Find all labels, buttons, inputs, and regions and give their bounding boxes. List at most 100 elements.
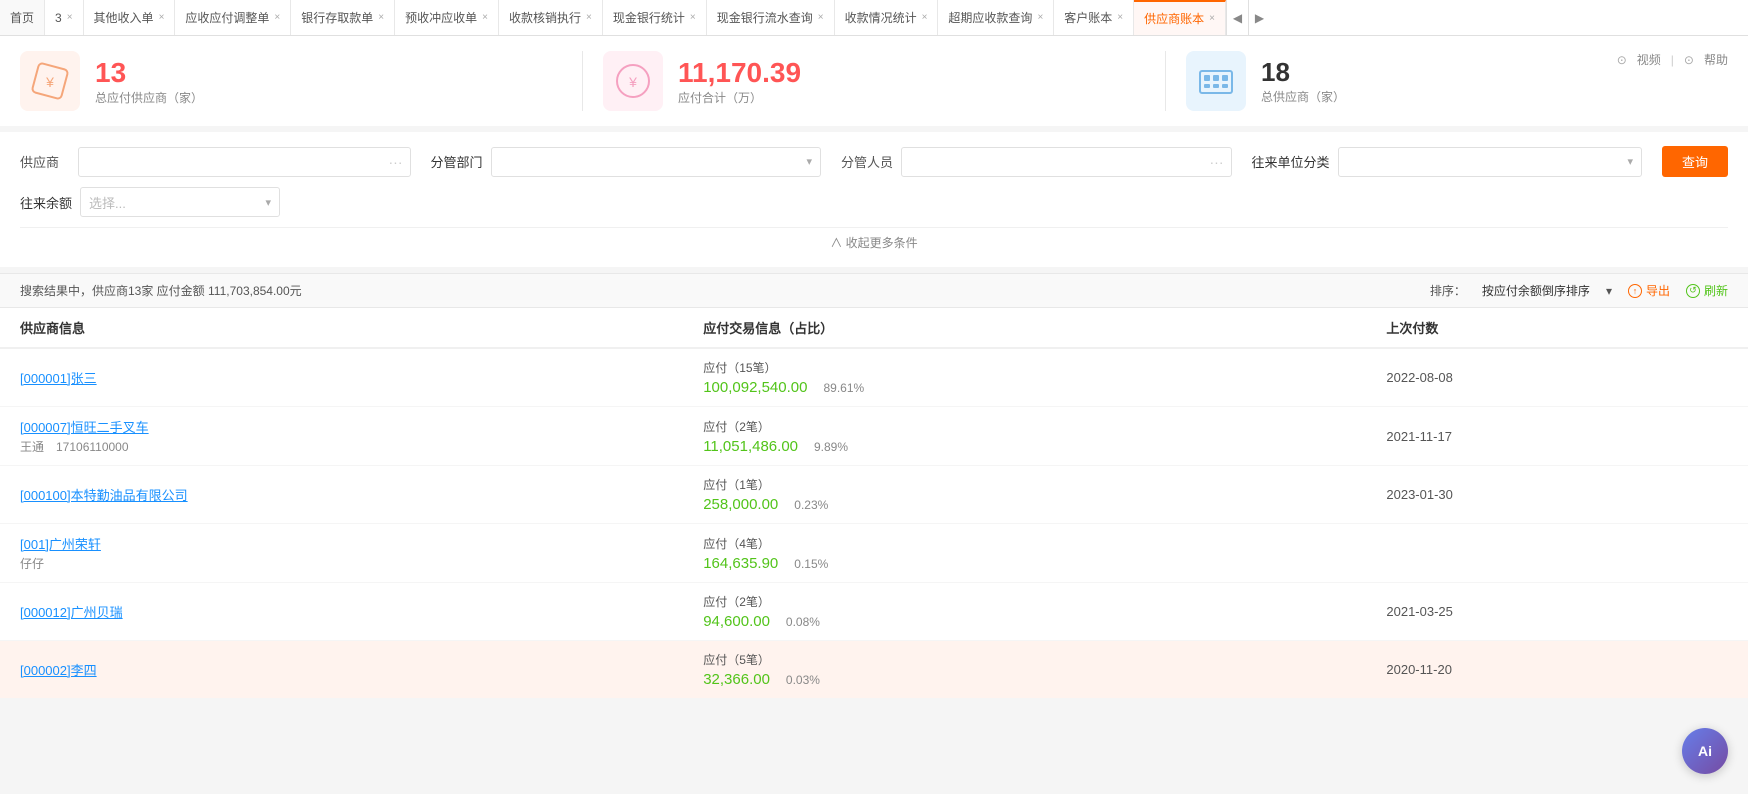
supplier-info-cell: [000002]李四: [20, 660, 703, 679]
nav-tab-adjust[interactable]: 应收应付调整单 ×: [175, 0, 291, 36]
search-row-1: 供应商 ··· 分管部门 ▾ 分管人员 ··· 往来单位分类: [20, 146, 1728, 177]
video-link[interactable]: 视频: [1637, 51, 1661, 68]
total-suppliers-number: 18: [1261, 57, 1345, 88]
close-tab-overdue-icon[interactable]: ×: [1037, 12, 1043, 23]
table-header: 供应商信息 应付交易信息（占比） 上次付数: [0, 308, 1748, 349]
total-suppliers-text: 18 总供应商（家）: [1261, 57, 1345, 105]
supplier-link-000012[interactable]: [000012]广州贝瑞: [20, 605, 123, 620]
pay-amount-001[interactable]: 164,635.90: [703, 555, 778, 572]
category-chevron-down-icon: ▾: [1627, 155, 1633, 168]
pay-label-000002: 应付（5笔）: [703, 651, 1386, 668]
person-input[interactable]: [901, 147, 1231, 177]
query-button[interactable]: 查询: [1662, 146, 1728, 177]
header-stats-area: ¥ 13 总应付供应商（家） ¥ 11,170.39 应付合计（万）: [0, 36, 1748, 126]
nav-tab-bank-deposit[interactable]: 银行存取款单 ×: [291, 0, 395, 36]
close-tab-cash-flow-icon[interactable]: ×: [818, 12, 824, 23]
svg-text:¥: ¥: [628, 74, 637, 90]
sort-value[interactable]: 按应付余额倒序排序: [1482, 282, 1590, 299]
nav-prev-button[interactable]: ◀: [1226, 0, 1248, 36]
close-tab-cash-stat-icon[interactable]: ×: [690, 12, 696, 23]
pay-info-cell: 应付（1笔） 258,000.00 0.23%: [703, 476, 1386, 513]
balance-label: 往来余额: [20, 193, 72, 212]
dept-label: 分管部门: [431, 152, 483, 171]
pay-percent-000100: 0.23%: [794, 498, 828, 512]
table-row: [000012]广州贝瑞 应付（2笔） 94,600.00 0.08% 2021…: [0, 583, 1748, 641]
pay-percent-001: 0.15%: [794, 557, 828, 571]
balance-placeholder: 选择...: [89, 193, 126, 212]
pay-amount-000001[interactable]: 100,092,540.00: [703, 379, 807, 396]
result-actions-area: 排序： 按应付余额倒序排序 ▾ ↑ 导出 ↺ 刷新: [1430, 282, 1728, 299]
top-navigation: 首页 3 × 其他收入单 × 应收应付调整单 × 银行存取款单 × 预收冲应收单…: [0, 0, 1748, 36]
close-tab-prepay-icon[interactable]: ×: [482, 12, 488, 23]
supplier-link-001[interactable]: [001]广州荣轩: [20, 537, 101, 552]
balance-select[interactable]: 选择... ▾: [80, 187, 280, 217]
supplier-link-000007[interactable]: [000007]恒旺二手叉车: [20, 420, 149, 435]
export-button[interactable]: ↑ 导出: [1628, 282, 1670, 299]
help-link[interactable]: 帮助: [1704, 51, 1728, 68]
nav-tab-write-off[interactable]: 收款核销执行 ×: [499, 0, 603, 36]
supplier-input[interactable]: [78, 147, 411, 177]
close-tab-other-income-icon[interactable]: ×: [159, 12, 165, 23]
pay-info-cell: 应付（2笔） 94,600.00 0.08%: [703, 593, 1386, 630]
stat-divider-1: [582, 51, 583, 111]
nav-tab-customer-ledger[interactable]: 客户账本 ×: [1054, 0, 1134, 36]
pay-label-000001: 应付（15笔）: [703, 359, 1386, 376]
balance-chevron-down-icon: ▾: [265, 196, 271, 209]
close-tab-3-icon[interactable]: ×: [67, 12, 73, 23]
close-tab-supplier-ledger-icon[interactable]: ×: [1209, 13, 1215, 24]
supplier-link-000002[interactable]: [000002]李四: [20, 663, 97, 678]
supplier-link-000001[interactable]: [000001]张三: [20, 371, 97, 386]
pay-amount-000002[interactable]: 32,366.00: [703, 671, 770, 688]
close-tab-bank-deposit-icon[interactable]: ×: [378, 12, 384, 23]
table-row: [000007]恒旺二手叉车 王通 17106110000 应付（2笔） 11,…: [0, 407, 1748, 466]
nav-tab-cash-stat[interactable]: 现金银行统计 ×: [603, 0, 707, 36]
supplier-link-000100[interactable]: [000100]本特勤油品有限公司: [20, 488, 188, 503]
nav-tab-supplier-ledger[interactable]: 供应商账本 ×: [1134, 0, 1226, 36]
ai-assistant-button[interactable]: Ai: [1682, 728, 1728, 774]
search-row-2: 往来余额 选择... ▾: [20, 187, 1728, 217]
payable-total-icon: ¥: [603, 51, 663, 111]
payable-suppliers-number: 13: [95, 56, 203, 90]
pay-amount-000007[interactable]: 11,051,486.00: [703, 438, 798, 455]
total-suppliers-label: 总供应商（家）: [1261, 88, 1345, 105]
payable-suppliers-label: 总应付供应商（家）: [95, 89, 203, 106]
nav-tab-home[interactable]: 首页: [0, 0, 45, 36]
search-field-category: 往来单位分类 ▾: [1252, 147, 1643, 177]
supplier-dots-icon[interactable]: ···: [389, 154, 403, 170]
table-row: [001]广州荣轩 仔仔 应付（4笔） 164,635.90 0.15%: [0, 524, 1748, 583]
nav-tab-cash-flow[interactable]: 现金银行流水查询 ×: [707, 0, 835, 36]
stat-divider-2: [1165, 51, 1166, 111]
pay-info-cell: 应付（5笔） 32,366.00 0.03%: [703, 651, 1386, 688]
supplier-input-wrapper: ···: [78, 147, 411, 177]
close-tab-receipt-stat-icon[interactable]: ×: [922, 12, 928, 23]
nav-tab-other-income[interactable]: 其他收入单 ×: [84, 0, 176, 36]
nav-tab-3[interactable]: 3 ×: [45, 0, 84, 36]
supplier-info-cell: [000012]广州贝瑞: [20, 602, 703, 621]
payable-suppliers-text: 13 总应付供应商（家）: [95, 56, 203, 107]
nav-next-button[interactable]: ▶: [1248, 0, 1270, 36]
close-tab-adjust-icon[interactable]: ×: [274, 12, 280, 23]
pay-amount-000012[interactable]: 94,600.00: [703, 613, 770, 630]
stat-block-payable-total: ¥ 11,170.39 应付合计（万）: [603, 51, 1145, 111]
supplier-label: 供应商: [20, 152, 70, 171]
collapse-bar[interactable]: ∧ 收起更多条件: [20, 227, 1728, 257]
sort-chevron-down-icon[interactable]: ▾: [1606, 284, 1612, 298]
close-tab-customer-ledger-icon[interactable]: ×: [1117, 12, 1123, 23]
last-pay-000012: 2021-03-25: [1386, 604, 1728, 619]
close-tab-write-off-icon[interactable]: ×: [586, 12, 592, 23]
column-header-pay-info: 应付交易信息（占比）: [703, 318, 1386, 337]
dept-select[interactable]: ▾: [491, 147, 821, 177]
category-select[interactable]: ▾: [1338, 147, 1642, 177]
nav-tab-receipt-stat[interactable]: 收款情况统计 ×: [835, 0, 939, 36]
column-header-supplier: 供应商信息: [20, 318, 703, 337]
last-pay-000001: 2022-08-08: [1386, 370, 1728, 385]
total-suppliers-icon: [1186, 51, 1246, 111]
pay-amount-000100[interactable]: 258,000.00: [703, 496, 778, 513]
person-dots-icon[interactable]: ···: [1210, 154, 1224, 170]
pay-label-000012: 应付（2笔）: [703, 593, 1386, 610]
pay-percent-000002: 0.03%: [786, 673, 820, 687]
refresh-button[interactable]: ↺ 刷新: [1686, 282, 1728, 299]
table-row: [000002]李四 应付（5笔） 32,366.00 0.03% 2020-1…: [0, 641, 1748, 699]
nav-tab-overdue[interactable]: 超期应收款查询 ×: [938, 0, 1054, 36]
nav-tab-prepay[interactable]: 预收冲应收单 ×: [395, 0, 499, 36]
